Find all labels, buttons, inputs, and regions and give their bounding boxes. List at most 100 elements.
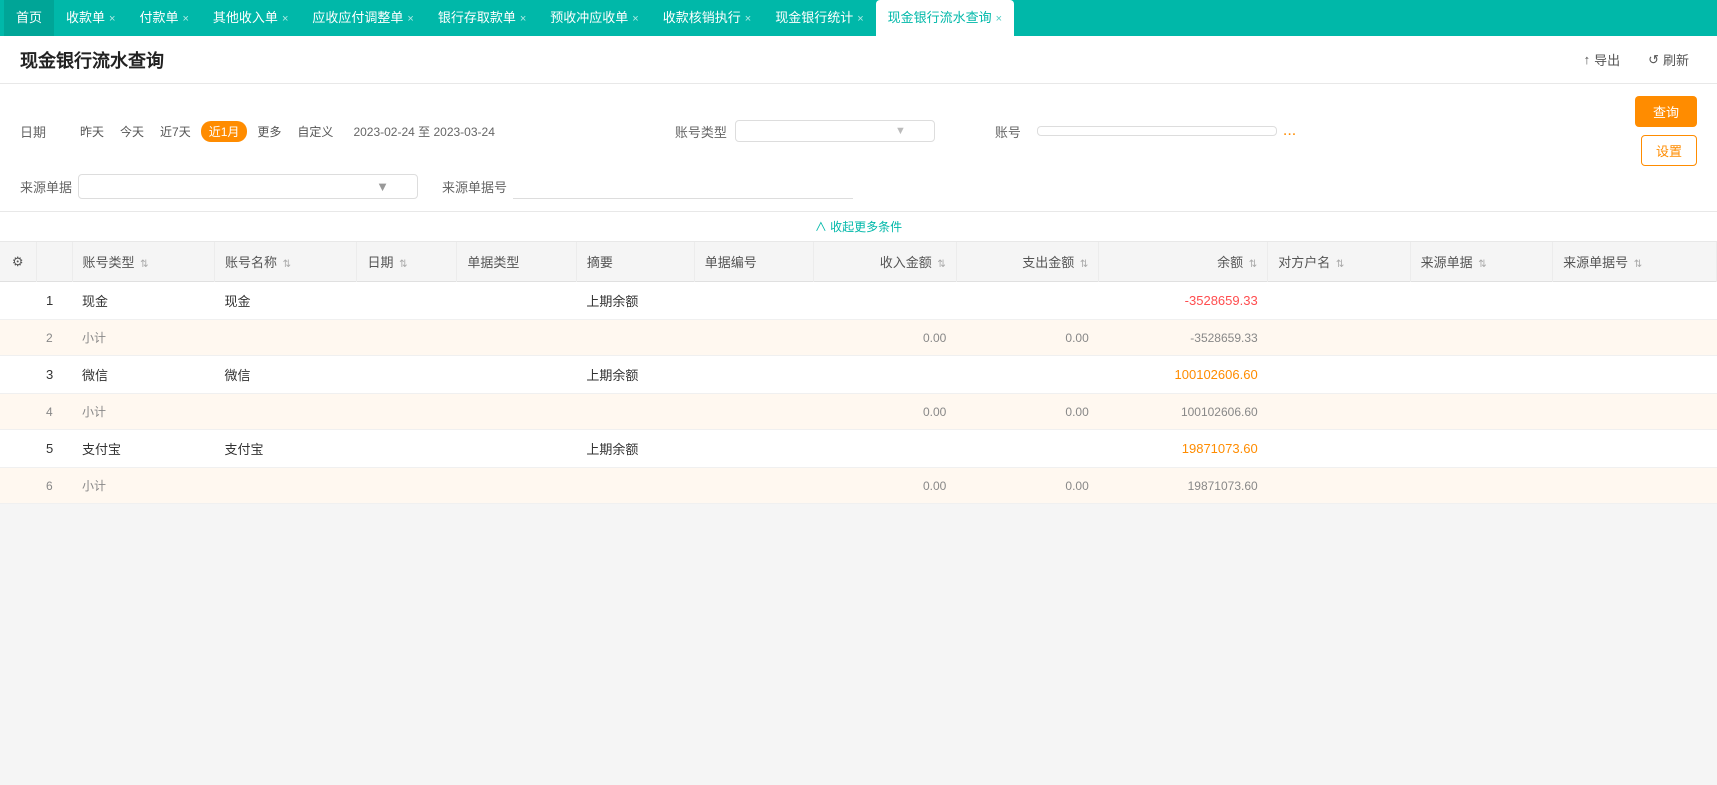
col-doctype: 单据类型 <box>457 242 577 282</box>
col-acname-cell <box>214 468 356 504</box>
chevron-down-icon-2: ▼ <box>376 179 389 194</box>
col-expense-cell: 0.00 <box>956 320 1098 356</box>
export-icon: ↑ <box>1584 52 1591 67</box>
col-acname[interactable]: 账号名称 ⇅ <box>214 242 356 282</box>
date-opt-yesterday[interactable]: 昨天 <box>74 121 110 142</box>
col-srcno-cell <box>1553 356 1717 394</box>
col-settings[interactable]: ⚙ <box>0 242 36 282</box>
col-acname-cell <box>214 394 356 430</box>
col-srcno-cell <box>1553 468 1717 504</box>
nav-tab-2[interactable]: 其他收入单× <box>201 0 300 36</box>
col-num-cell: 5 <box>36 430 72 468</box>
nav-tab-0[interactable]: 收款单× <box>54 0 127 36</box>
collapse-bar[interactable]: ∧ 收起更多条件 <box>0 212 1717 242</box>
top-nav: 首页 收款单× 付款单× 其他收入单× 应收应付调整单× 银行存取款单× 预收冲… <box>0 0 1717 36</box>
col-num-cell: 2 <box>36 320 72 356</box>
col-src-cell <box>1410 430 1552 468</box>
col-date-cell <box>357 468 457 504</box>
col-balance-cell: 100102606.60 <box>1099 356 1268 394</box>
col-summary-cell: 上期余额 <box>576 282 694 320</box>
col-actype-cell: 小计 <box>72 394 214 430</box>
col-srcno[interactable]: 来源单据号 ⇅ <box>1553 242 1717 282</box>
col-expense-cell <box>956 430 1098 468</box>
date-opt-7days[interactable]: 近7天 <box>154 121 197 142</box>
date-opt-1month[interactable]: 近1月 <box>201 121 248 142</box>
settings-icon[interactable]: ⚙ <box>12 254 24 269</box>
nav-tab-8[interactable]: 现金银行流水查询× <box>876 0 1014 36</box>
date-opt-today[interactable]: 今天 <box>114 121 150 142</box>
table-row: 5支付宝支付宝上期余额19871073.60 <box>0 430 1717 468</box>
col-settings-cell <box>0 468 36 504</box>
nav-tab-6[interactable]: 收款核销执行× <box>651 0 763 36</box>
col-src-cell <box>1410 320 1552 356</box>
table-row: 4小计0.000.00100102606.60 <box>0 394 1717 430</box>
col-expense-cell <box>956 356 1098 394</box>
right-buttons: 查询 设置 <box>1623 96 1697 166</box>
nav-tab-5[interactable]: 预收冲应收单× <box>538 0 650 36</box>
settings-button[interactable]: 设置 <box>1641 135 1697 166</box>
col-docno-cell <box>694 356 814 394</box>
account-label: 账号 <box>995 122 1021 141</box>
col-balance-cell: -3528659.33 <box>1099 320 1268 356</box>
nav-home[interactable]: 首页 <box>4 0 54 36</box>
filter-row-1: 日期 昨天 今天 近7天 近1月 更多 自定义 2023-02-24 至 202… <box>20 96 1697 166</box>
source-docno-label: 来源单据号 <box>442 177 507 196</box>
query-button[interactable]: 查询 <box>1635 96 1697 127</box>
col-actype[interactable]: 账号类型 ⇅ <box>72 242 214 282</box>
account-dots-button[interactable]: ... <box>1283 122 1296 140</box>
col-summary-cell: 上期余额 <box>576 356 694 394</box>
col-balance-cell: -3528659.33 <box>1099 282 1268 320</box>
source-doc-select[interactable]: ▼ <box>78 174 418 199</box>
col-party-cell <box>1268 282 1410 320</box>
col-num <box>36 242 72 282</box>
col-docno-cell <box>694 430 814 468</box>
col-settings-cell <box>0 282 36 320</box>
col-srcno-cell <box>1553 282 1717 320</box>
col-srcno-cell <box>1553 394 1717 430</box>
col-income-cell: 0.00 <box>814 320 956 356</box>
col-party-cell <box>1268 468 1410 504</box>
col-num-cell: 6 <box>36 468 72 504</box>
account-type-select[interactable]: ▼ <box>735 120 935 142</box>
col-actype-cell: 小计 <box>72 320 214 356</box>
nav-tab-1[interactable]: 付款单× <box>127 0 200 36</box>
account-input[interactable] <box>1037 126 1277 136</box>
col-doctype-cell <box>457 430 577 468</box>
filter-row-2: 来源单据 ▼ 来源单据号 <box>20 174 1697 199</box>
col-settings-cell <box>0 430 36 468</box>
col-balance[interactable]: 余额 ⇅ <box>1099 242 1268 282</box>
page-header: 现金银行流水查询 ↑ 导出 ↺ 刷新 <box>0 36 1717 84</box>
nav-tab-7[interactable]: 现金银行统计× <box>763 0 875 36</box>
col-summary-cell <box>576 394 694 430</box>
col-party[interactable]: 对方户名 ⇅ <box>1268 242 1410 282</box>
source-docno-filter: 来源单据号 <box>442 175 853 199</box>
col-docno-cell <box>694 282 814 320</box>
refresh-icon: ↺ <box>1648 52 1659 68</box>
col-settings-cell <box>0 356 36 394</box>
table-row: 6小计0.000.0019871073.60 <box>0 468 1717 504</box>
col-src[interactable]: 来源单据 ⇅ <box>1410 242 1552 282</box>
account-filter: 账号 ... <box>995 122 1296 141</box>
col-srcno-cell <box>1553 430 1717 468</box>
header-actions: ↑ 导出 ↺ 刷新 <box>1576 46 1697 73</box>
date-opt-custom[interactable]: 自定义 <box>291 121 339 142</box>
source-docno-input[interactable] <box>513 175 853 199</box>
col-src-cell <box>1410 394 1552 430</box>
col-doctype-cell <box>457 356 577 394</box>
col-expense-cell: 0.00 <box>956 468 1098 504</box>
col-income[interactable]: 收入金额 ⇅ <box>814 242 956 282</box>
nav-tab-4[interactable]: 银行存取款单× <box>426 0 538 36</box>
nav-tab-3[interactable]: 应收应付调整单× <box>300 0 425 36</box>
col-balance-cell: 100102606.60 <box>1099 394 1268 430</box>
export-button[interactable]: ↑ 导出 <box>1576 46 1629 73</box>
col-acname-cell: 微信 <box>214 356 356 394</box>
col-date[interactable]: 日期 ⇅ <box>357 242 457 282</box>
refresh-button[interactable]: ↺ 刷新 <box>1640 46 1697 73</box>
col-acname-cell <box>214 320 356 356</box>
date-options: 昨天 今天 近7天 近1月 更多 自定义 <box>74 121 339 142</box>
data-table: ⚙ 账号类型 ⇅ 账号名称 ⇅ 日期 ⇅ 单据类型 摘要 单据编号 收入金额 ⇅… <box>0 242 1717 504</box>
col-actype-cell: 微信 <box>72 356 214 394</box>
date-opt-more[interactable]: 更多 <box>251 121 287 142</box>
col-expense[interactable]: 支出金额 ⇅ <box>956 242 1098 282</box>
col-docno-cell <box>694 394 814 430</box>
